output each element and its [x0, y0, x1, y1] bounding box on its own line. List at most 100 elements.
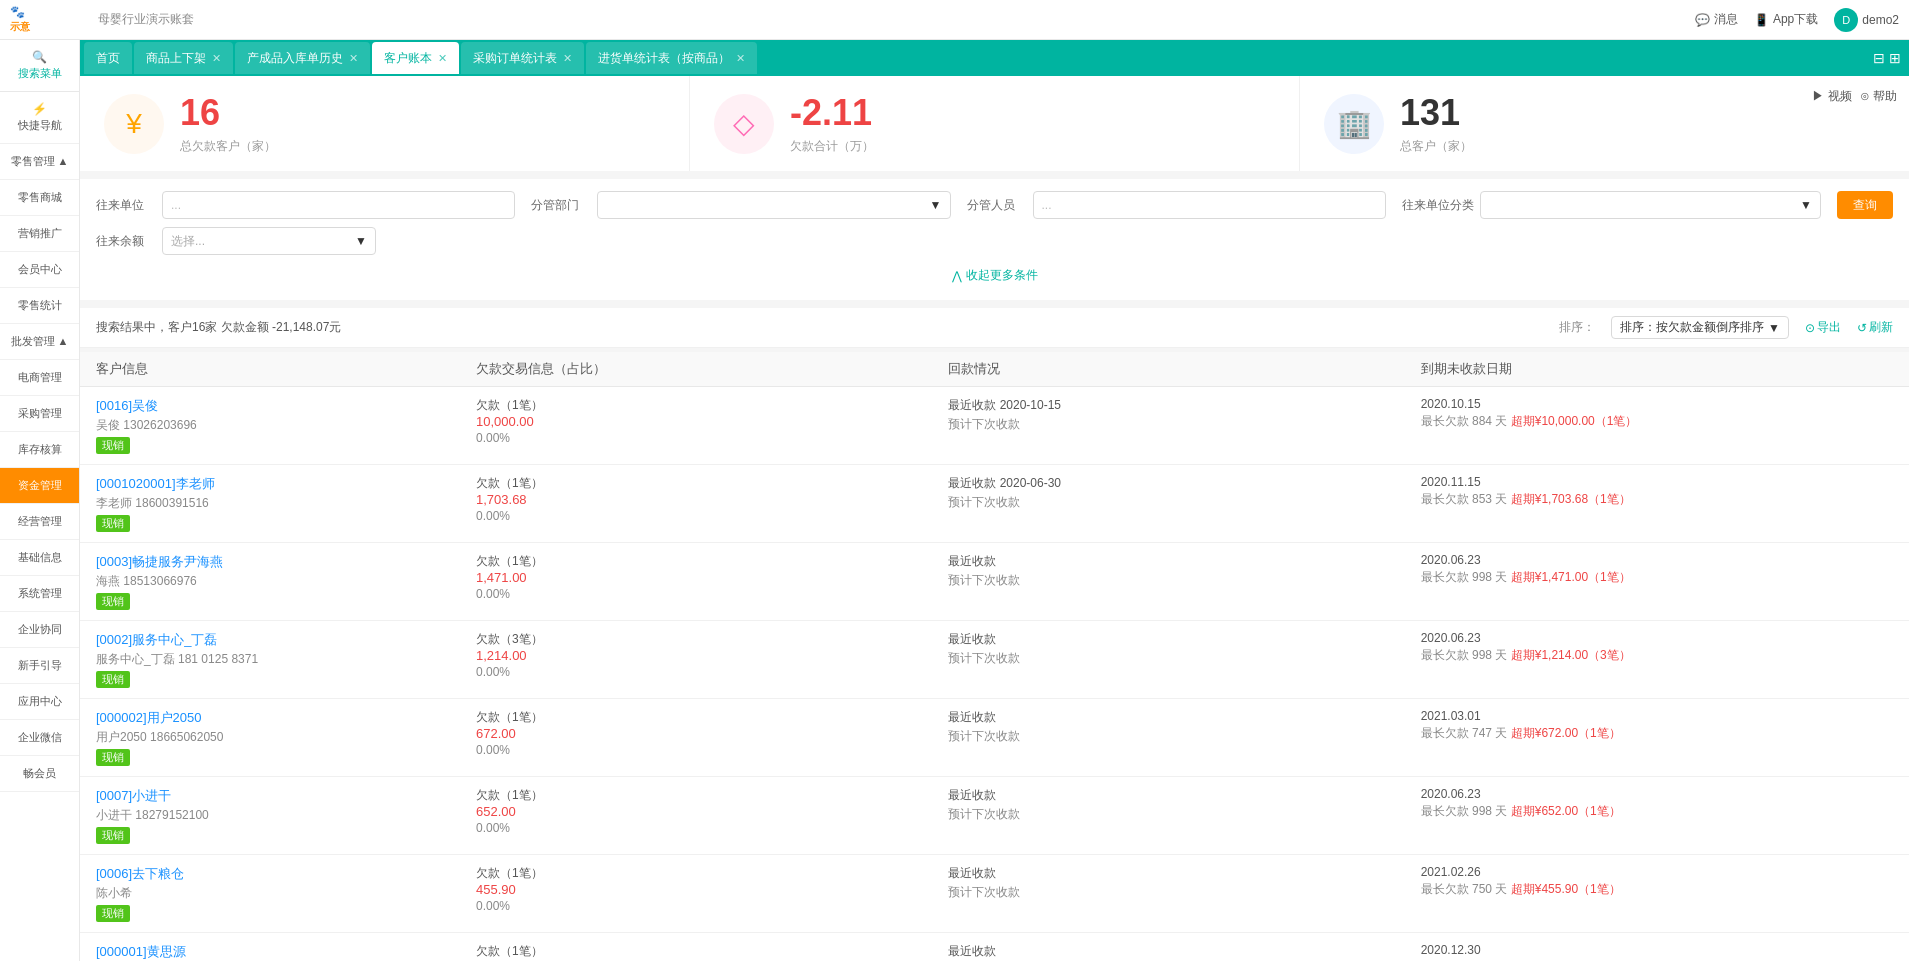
unit-class-select[interactable]: ▼ [1480, 191, 1821, 219]
sidebar-item-basic-info[interactable]: 基础信息 [0, 540, 79, 576]
debt-cell-6: 欠款（1笔） 455.90 0.00% [476, 865, 948, 913]
table-row: [0006]去下粮仓 陈小希 现销 欠款（1笔） 455.90 0.00% 最近… [80, 855, 1909, 933]
debt-cell-4: 欠款（1笔） 672.00 0.00% [476, 709, 948, 757]
table-row: [0002]服务中心_丁磊 服务中心_丁磊 181 0125 8371 现销 欠… [80, 621, 1909, 699]
sidebar-item-vip[interactable]: 畅会员 [0, 756, 79, 792]
sidebar-item-member[interactable]: 会员中心 [0, 252, 79, 288]
customer-name-6[interactable]: [0006]去下粮仓 [96, 865, 476, 883]
app-download-btn[interactable]: 📱 App下载 [1754, 11, 1818, 28]
customer-name-7[interactable]: [000001]黄思源 [96, 943, 476, 961]
customer-tag-1: 现销 [96, 515, 130, 532]
sidebar-item-wholesale-mgmt[interactable]: 批发管理 ▲ [0, 324, 79, 360]
customer-name-1[interactable]: [0001020001]李老师 [96, 475, 476, 493]
unit-class-chevron-icon: ▼ [1800, 198, 1812, 212]
person-input[interactable]: ... [1033, 191, 1386, 219]
dept-chevron-icon: ▼ [930, 198, 942, 212]
search-button[interactable]: 查询 [1837, 191, 1893, 219]
sidebar-item-inventory[interactable]: 库存核算 [0, 432, 79, 468]
export-btn[interactable]: ⊙ 导出 [1805, 319, 1841, 336]
dept-select[interactable]: ▼ [597, 191, 950, 219]
filter-section: 往来单位 ... 分管部门 ▼ [80, 179, 1909, 300]
tab-close-customer-account[interactable]: ✕ [438, 52, 447, 65]
video-btn[interactable]: ▶ 视频 [1812, 88, 1851, 105]
customer-name-3[interactable]: [0002]服务中心_丁磊 [96, 631, 476, 649]
stats-row: ¥ 16 总欠款客户（家） ◇ -2.11 欠款合计（万） [80, 76, 1909, 171]
table-row: [0001020001]李老师 李老师 18600391516 现销 欠款（1笔… [80, 465, 1909, 543]
sidebar-item-retail-mgmt[interactable]: 零售管理 ▲ [0, 144, 79, 180]
sidebar-item-collab[interactable]: 企业协同 [0, 612, 79, 648]
top-bar-right: 💬 消息 📱 App下载 D demo2 [1695, 8, 1899, 32]
search-icon: 🔍 [32, 50, 47, 64]
tab-purchase-stats[interactable]: 采购订单统计表 ✕ [461, 42, 584, 74]
due-cell-1: 2020.11.15 最长欠款 853 天 超期¥1,703.68（1笔） [1421, 475, 1893, 508]
collect-cell-3: 最近收款 预计下次收款 [948, 631, 1420, 667]
table-row: [0016]吴俊 吴俊 13026203696 现销 欠款（1笔） 10,000… [80, 387, 1909, 465]
sidebar-item-system[interactable]: 系统管理 [0, 576, 79, 612]
filter-unit-class: 往来单位分类 ▼ [1402, 191, 1821, 219]
sidebar-item-guide[interactable]: 新手引导 [0, 648, 79, 684]
overdue-link-4[interactable]: 超期¥672.00（1笔） [1511, 726, 1621, 740]
sidebar-item-retail-mall[interactable]: 零售商城 [0, 180, 79, 216]
collapse-filter-btn[interactable]: ⋀ 收起更多条件 [96, 263, 1893, 288]
tab-product-listing[interactable]: 商品上下架 ✕ [134, 42, 233, 74]
overdue-link-6[interactable]: 超期¥455.90（1笔） [1511, 882, 1621, 896]
customer-tag-6: 现销 [96, 905, 130, 922]
sidebar-item-marketing[interactable]: 营销推广 [0, 216, 79, 252]
sidebar-item-finance[interactable]: 资金管理 [0, 468, 79, 504]
customer-name-5[interactable]: [0007]小进干 [96, 787, 476, 805]
sidebar-item-purchase-mgmt[interactable]: 采购管理 [0, 396, 79, 432]
sidebar-item-retail-stats[interactable]: 零售统计 [0, 288, 79, 324]
balance-chevron-icon: ▼ [355, 234, 367, 248]
results-actions: 排序： 排序：按欠款金额倒序排序 ▼ ⊙ 导出 ↺ 刷新 [1559, 316, 1893, 339]
from-unit-input[interactable]: ... [162, 191, 515, 219]
tab-production-history[interactable]: 产成品入库单历史 ✕ [235, 42, 370, 74]
sort-select[interactable]: 排序：按欠款金额倒序排序 ▼ [1611, 316, 1789, 339]
tab-close-product-listing[interactable]: ✕ [212, 52, 221, 65]
customer-name-2[interactable]: [0003]畅捷服务尹海燕 [96, 553, 476, 571]
debt-total-icon: ◇ [714, 94, 774, 154]
tab-customer-account[interactable]: 客户账本 ✕ [372, 42, 459, 74]
balance-select[interactable]: 选择... ▼ [162, 227, 376, 255]
overdue-link-2[interactable]: 超期¥1,471.00（1笔） [1511, 570, 1631, 584]
collect-cell-6: 最近收款 预计下次收款 [948, 865, 1420, 901]
customer-name-0[interactable]: [0016]吴俊 [96, 397, 476, 415]
tab-close-purchase-stats[interactable]: ✕ [563, 52, 572, 65]
message-icon: 💬 [1695, 13, 1710, 27]
help-btn[interactable]: ⊙ 帮助 [1860, 88, 1897, 105]
overdue-link-1[interactable]: 超期¥1,703.68（1笔） [1511, 492, 1631, 506]
collect-cell-4: 最近收款 预计下次收款 [948, 709, 1420, 745]
sidebar-search[interactable]: 🔍 搜索菜单 [0, 40, 79, 92]
sidebar-item-apps[interactable]: 应用中心 [0, 684, 79, 720]
message-btn[interactable]: 💬 消息 [1695, 11, 1738, 28]
tab-inbound-stats[interactable]: 进货单统计表（按商品） ✕ [586, 42, 757, 74]
tab-maximize-icon[interactable]: ⊞ [1889, 50, 1901, 66]
collect-cell-1: 最近收款 2020-06-30 预计下次收款 [948, 475, 1420, 511]
sort-chevron-icon: ▼ [1768, 321, 1780, 335]
due-cell-2: 2020.06.23 最长欠款 998 天 超期¥1,471.00（1笔） [1421, 553, 1893, 586]
customer-phone-6: 陈小希 [96, 885, 476, 902]
sidebar-item-ecommerce[interactable]: 电商管理 [0, 360, 79, 396]
tab-close-production-history[interactable]: ✕ [349, 52, 358, 65]
dept-label: 分管部门 [531, 197, 591, 214]
customer-name-4[interactable]: [000002]用户2050 [96, 709, 476, 727]
debt-cell-0: 欠款（1笔） 10,000.00 0.00% [476, 397, 948, 445]
refresh-icon: ↺ [1857, 321, 1867, 335]
sidebar-item-operations[interactable]: 经营管理 [0, 504, 79, 540]
sidebar-item-wechat[interactable]: 企业微信 [0, 720, 79, 756]
total-customers-icon: 🏢 [1324, 94, 1384, 154]
customer-phone-5: 小进干 18279152100 [96, 807, 476, 824]
data-table: 客户信息 欠款交易信息（占比） 回款情况 到期未收款日期 [0016]吴俊 吴俊… [80, 352, 1909, 961]
header-collect-status: 回款情况 [948, 360, 1420, 378]
debt-cell-1: 欠款（1笔） 1,703.68 0.00% [476, 475, 948, 523]
tab-close-inbound-stats[interactable]: ✕ [736, 52, 745, 65]
sidebar-quick-nav[interactable]: ⚡ 快捷导航 [0, 92, 79, 144]
overdue-link-5[interactable]: 超期¥652.00（1笔） [1511, 804, 1621, 818]
tab-home[interactable]: 首页 [84, 42, 132, 74]
stat-card-debt-total: ◇ -2.11 欠款合计（万） [690, 76, 1300, 171]
customer-cell-2: [0003]畅捷服务尹海燕 海燕 18513066976 现销 [96, 553, 476, 610]
tab-minimize-icon[interactable]: ⊟ [1873, 50, 1885, 66]
user-avatar-btn[interactable]: D demo2 [1834, 8, 1899, 32]
refresh-btn[interactable]: ↺ 刷新 [1857, 319, 1893, 336]
overdue-link-3[interactable]: 超期¥1,214.00（3笔） [1511, 648, 1631, 662]
overdue-link-0[interactable]: 超期¥10,000.00（1笔） [1511, 414, 1638, 428]
